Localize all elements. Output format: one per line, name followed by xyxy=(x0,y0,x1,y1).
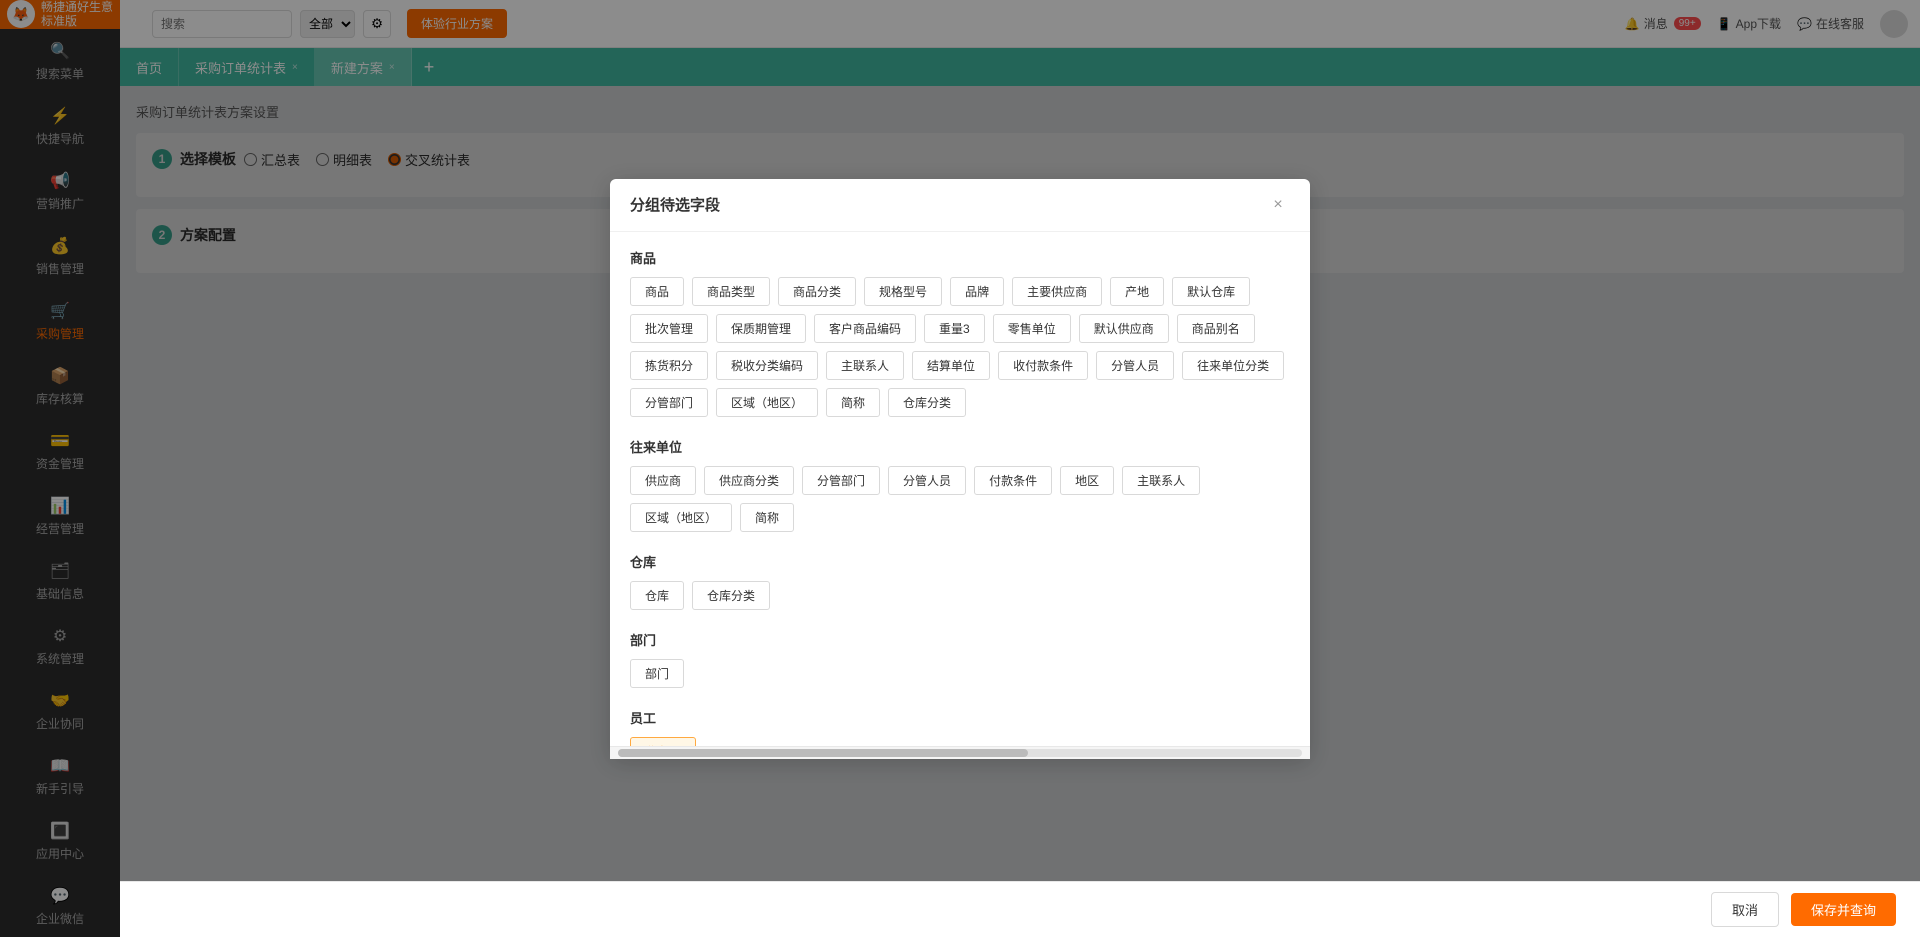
modal-close-button[interactable]: × xyxy=(1266,193,1290,217)
field-tag-partner-category[interactable]: 往来单位分类 xyxy=(1182,351,1284,380)
field-tag-supplier[interactable]: 供应商 xyxy=(630,466,696,495)
field-tag-default-supplier[interactable]: 默认供应商 xyxy=(1079,314,1169,343)
field-tag-supplier-category[interactable]: 供应商分类 xyxy=(704,466,794,495)
field-tag-short-name2[interactable]: 简称 xyxy=(740,503,794,532)
field-tag-main-supplier[interactable]: 主要供应商 xyxy=(1012,277,1102,306)
field-tag-dept-managed2[interactable]: 分管部门 xyxy=(802,466,880,495)
employee-fields: 业务员 xyxy=(630,737,1290,747)
field-tag-brand[interactable]: 品牌 xyxy=(950,277,1004,306)
partner-fields: 供应商 供应商分类 分管部门 分管人员 付款条件 地区 主联系人 区域（地区） … xyxy=(630,466,1290,532)
field-tag-region[interactable]: 区域（地区） xyxy=(716,388,818,417)
field-tag-pick-points[interactable]: 拣货积分 xyxy=(630,351,708,380)
field-tag-weight3[interactable]: 重量3 xyxy=(924,314,985,343)
field-tag-main-contact2[interactable]: 主联系人 xyxy=(1122,466,1200,495)
field-tag-supervisor[interactable]: 分管人员 xyxy=(1096,351,1174,380)
field-tag-product[interactable]: 商品 xyxy=(630,277,684,306)
field-tag-area[interactable]: 地区 xyxy=(1060,466,1114,495)
field-tag-tax-code[interactable]: 税收分类编码 xyxy=(716,351,818,380)
page-footer: 取消 保存并查询 xyxy=(120,881,1920,937)
save-button[interactable]: 保存并查询 xyxy=(1791,893,1896,926)
product-section: 商品 商品 商品类型 商品分类 规格型号 品牌 主要供应商 产地 默认仓库 批次… xyxy=(630,248,1290,417)
field-tag-product-alias[interactable]: 商品别名 xyxy=(1177,314,1255,343)
department-section-title: 部门 xyxy=(630,630,1290,649)
field-tag-warehouse[interactable]: 仓库 xyxy=(630,581,684,610)
partner-section-title: 往来单位 xyxy=(630,437,1290,456)
warehouse-section-title: 仓库 xyxy=(630,552,1290,571)
employee-section-title: 员工 xyxy=(630,708,1290,727)
product-fields: 商品 商品类型 商品分类 规格型号 品牌 主要供应商 产地 默认仓库 批次管理 … xyxy=(630,277,1290,417)
field-tag-origin[interactable]: 产地 xyxy=(1110,277,1164,306)
modal-scrollbar[interactable] xyxy=(610,746,1310,758)
field-tag-settle-unit[interactable]: 结算单位 xyxy=(912,351,990,380)
field-tag-dept-managed[interactable]: 分管部门 xyxy=(630,388,708,417)
modal-header: 分组待选字段 × xyxy=(610,179,1310,232)
field-tag-short-name[interactable]: 简称 xyxy=(826,388,880,417)
modal-body: 商品 商品 商品类型 商品分类 规格型号 品牌 主要供应商 产地 默认仓库 批次… xyxy=(610,232,1310,747)
field-tag-product-category[interactable]: 商品分类 xyxy=(778,277,856,306)
cancel-button[interactable]: 取消 xyxy=(1711,892,1779,927)
field-tag-main-contact[interactable]: 主联系人 xyxy=(826,351,904,380)
field-tag-batch-mgmt[interactable]: 批次管理 xyxy=(630,314,708,343)
department-section: 部门 部门 xyxy=(630,630,1290,688)
field-tag-region2[interactable]: 区域（地区） xyxy=(630,503,732,532)
modal-overlay: 分组待选字段 × 商品 商品 商品类型 商品分类 规格型号 品牌 主要供应商 产… xyxy=(0,0,1920,937)
field-tag-dept[interactable]: 部门 xyxy=(630,659,684,688)
modal-title: 分组待选字段 xyxy=(630,194,720,215)
field-tag-retail-unit[interactable]: 零售单位 xyxy=(993,314,1071,343)
field-tag-payment-terms2[interactable]: 付款条件 xyxy=(974,466,1052,495)
field-tag-customer-code[interactable]: 客户商品编码 xyxy=(814,314,916,343)
product-section-title: 商品 xyxy=(630,248,1290,267)
employee-section: 员工 业务员 xyxy=(630,708,1290,747)
modal-dialog: 分组待选字段 × 商品 商品 商品类型 商品分类 规格型号 品牌 主要供应商 产… xyxy=(610,179,1310,759)
field-tag-payment-terms[interactable]: 收付款条件 xyxy=(998,351,1088,380)
field-tag-product-type[interactable]: 商品类型 xyxy=(692,277,770,306)
field-tag-salesperson[interactable]: 业务员 xyxy=(630,737,696,747)
field-tag-expiry-mgmt[interactable]: 保质期管理 xyxy=(716,314,806,343)
department-fields: 部门 xyxy=(630,659,1290,688)
partner-section: 往来单位 供应商 供应商分类 分管部门 分管人员 付款条件 地区 主联系人 区域… xyxy=(630,437,1290,532)
field-tag-default-warehouse[interactable]: 默认仓库 xyxy=(1172,277,1250,306)
field-tag-spec-model[interactable]: 规格型号 xyxy=(864,277,942,306)
field-tag-supervisor2[interactable]: 分管人员 xyxy=(888,466,966,495)
field-tag-warehouse-category[interactable]: 仓库分类 xyxy=(888,388,966,417)
field-tag-warehouse-cat[interactable]: 仓库分类 xyxy=(692,581,770,610)
warehouse-section: 仓库 仓库 仓库分类 xyxy=(630,552,1290,610)
warehouse-fields: 仓库 仓库分类 xyxy=(630,581,1290,610)
